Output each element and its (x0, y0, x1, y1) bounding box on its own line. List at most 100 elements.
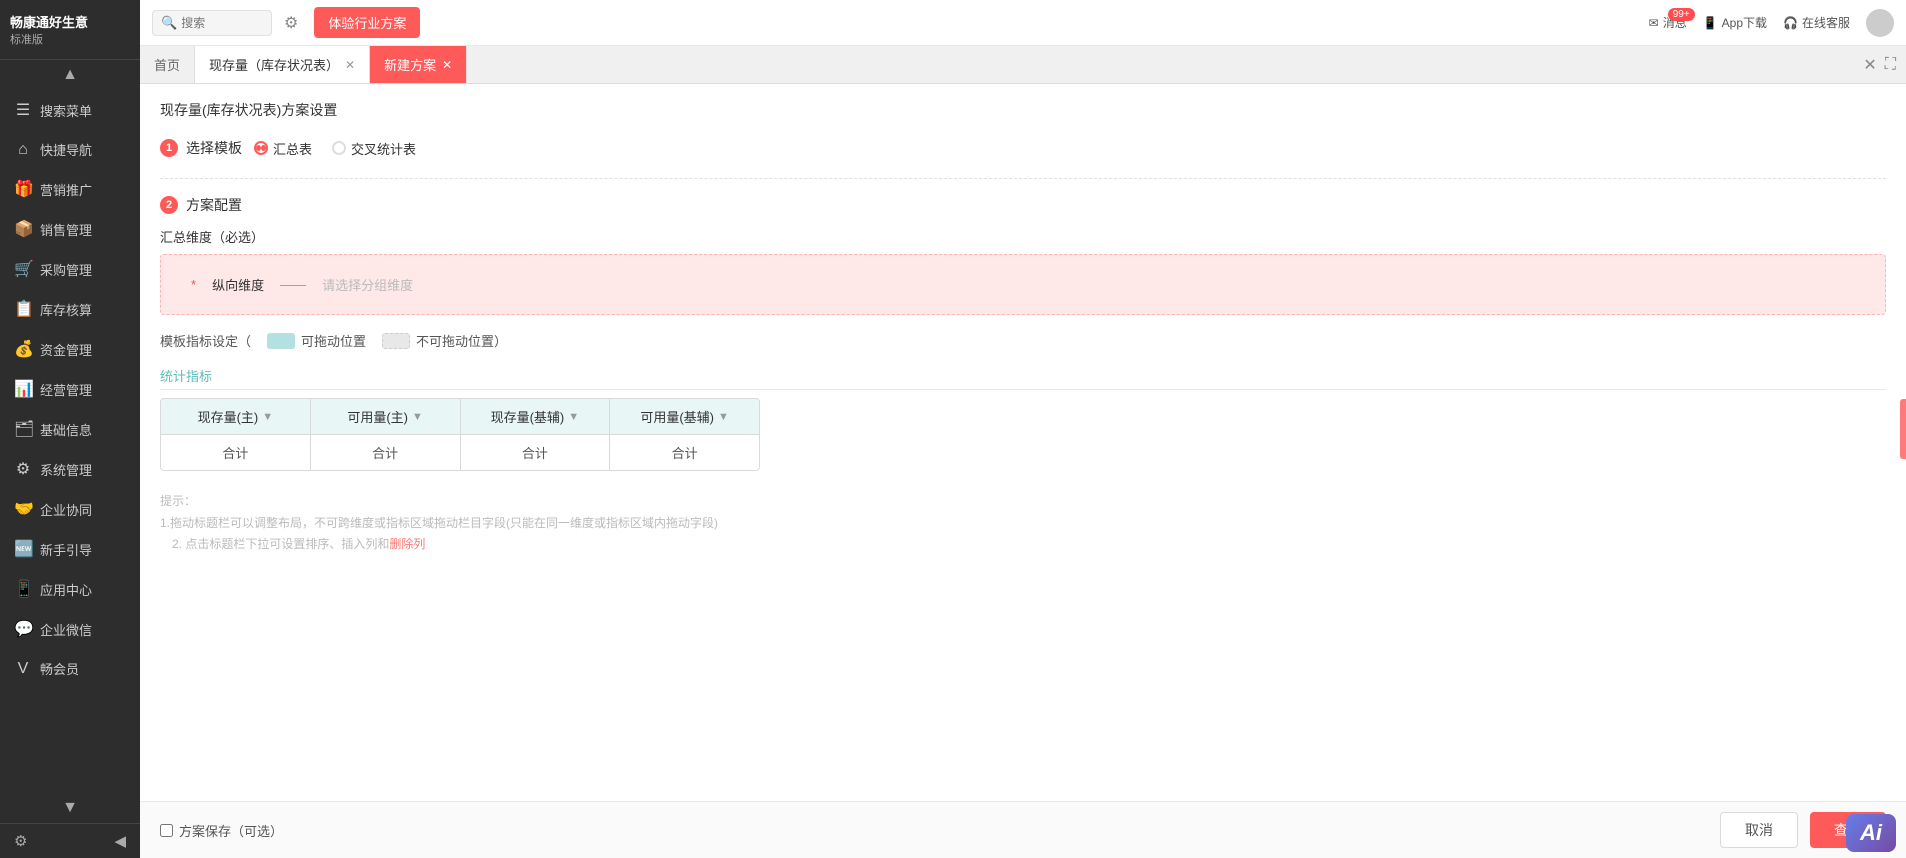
tab-new-scheme-close[interactable]: ✕ (442, 58, 452, 72)
not-draggable-label: 不可拖动位置） (416, 331, 507, 350)
customer-service-btn[interactable]: 🎧 在线客服 (1783, 14, 1850, 31)
sidebar-item-label: 销售管理 (40, 220, 92, 239)
search-input[interactable] (181, 16, 261, 30)
col-available-main-chevron: ▼ (412, 411, 423, 423)
step1-section: 1 选择模板 汇总表 交叉统计表 (160, 138, 1886, 158)
body-cell-3: 合计 (610, 435, 759, 470)
step2-header: 2 方案配置 (160, 195, 1886, 215)
sidebar-item-label: 经营管理 (40, 380, 92, 399)
sidebar-item-sales[interactable]: 📦 销售管理 (0, 209, 140, 249)
stats-section: 统计指标 现存量(主) ▼ 可用量(主) ▼ (160, 366, 1886, 471)
tab-inventory-status[interactable]: 现存量（库存状况表） ✕ (195, 46, 370, 83)
sidebar-item-label: 基础信息 (40, 420, 92, 439)
sidebar-item-cooperation[interactable]: 🤝 企业协同 (0, 489, 140, 529)
sidebar-scroll-down[interactable]: ▼ (0, 793, 140, 823)
col-available-aux-label: 可用量(基辅) (640, 407, 714, 426)
sidebar-item-label: 营销推广 (40, 180, 92, 199)
draggable-indicator: 可拖动位置 (267, 331, 366, 350)
sidebar-item-quick-nav[interactable]: ⌂ 快捷导航 (0, 130, 140, 169)
new-icon: 🆕 (14, 539, 32, 559)
sidebar-item-wechat[interactable]: 💬 企业微信 (0, 609, 140, 649)
sidebar-item-guide[interactable]: 🆕 新手引导 (0, 529, 140, 569)
col-available-main[interactable]: 可用量(主) ▼ (311, 399, 461, 434)
settings-icon[interactable]: ⚙ (14, 832, 27, 850)
close-icon[interactable]: ✕ (1863, 55, 1876, 75)
tip1: 1.拖动标题栏可以调整布局，不可跨维度或指标区域拖动栏目字段(只能在同一维度或指… (160, 513, 1886, 535)
template-radio-group: 汇总表 交叉统计表 (254, 139, 416, 158)
tab-home-label: 首页 (154, 55, 180, 74)
message-badge: 99+ (1668, 8, 1695, 21)
sidebar-item-label: 畅会员 (40, 659, 79, 678)
sidebar-item-vip[interactable]: V 畅会员 (0, 649, 140, 688)
step2-section: 2 方案配置 汇总维度（必选） * 纵向维度 —— 请选择分组维度 模板指标设定… (160, 195, 1886, 556)
sidebar-item-app-center[interactable]: 📱 应用中心 (0, 569, 140, 609)
stats-table-body: 合计 合计 合计 合计 (161, 434, 759, 470)
ai-badge[interactable]: Ai (1846, 814, 1896, 852)
save-scheme: 方案保存（可选） (160, 821, 283, 840)
dim-required: * (191, 277, 196, 292)
collapse-icon[interactable]: ◀ (114, 832, 126, 850)
search-box[interactable]: 🔍 (152, 10, 272, 36)
tabbar: 首页 现存量（库存状况表） ✕ 新建方案 ✕ ✕ ⛶ (140, 46, 1906, 84)
mobile-icon: 📱 (14, 579, 32, 599)
stats-title: 统计指标 (160, 366, 1886, 390)
sidebar-item-purchase[interactable]: 🛒 采购管理 (0, 249, 140, 289)
dimension-label: 汇总维度（必选） (160, 227, 1886, 246)
sidebar-item-label: 库存核算 (40, 300, 92, 319)
sidebar-item-basic-info[interactable]: 🗂 基础信息 (0, 409, 140, 449)
search-menu-icon: ☰ (14, 100, 32, 120)
tab-home[interactable]: 首页 (140, 46, 195, 83)
step2-title: 方案配置 (186, 195, 242, 215)
sidebar-item-finance[interactable]: 💰 资金管理 (0, 329, 140, 369)
home-icon: ⌂ (14, 141, 32, 159)
dimension-row: * 纵向维度 —— 请选择分组维度 (191, 275, 1855, 294)
sidebar-item-label: 搜索菜单 (40, 101, 92, 120)
col-current-aux-chevron: ▼ (568, 411, 579, 423)
sidebar-item-label: 企业协同 (40, 500, 92, 519)
radio-summary-circle (254, 141, 268, 155)
radio-summary[interactable]: 汇总表 (254, 139, 312, 158)
handshake-icon: 🤝 (14, 499, 32, 519)
col-current-aux[interactable]: 现存量(基辅) ▼ (461, 399, 611, 434)
radio-summary-label: 汇总表 (273, 139, 312, 158)
app-download-btn[interactable]: 📱 App下载 (1703, 14, 1767, 31)
dim-placeholder[interactable]: 请选择分组维度 (322, 275, 413, 294)
sidebar-item-marketing[interactable]: 🎁 营销推广 (0, 169, 140, 209)
radio-cross[interactable]: 交叉统计表 (332, 139, 416, 158)
step1-num: 1 (160, 139, 178, 157)
tab-inventory-label: 现存量（库存状况表） (209, 55, 339, 74)
page-content: 现存量(库存状况表)方案设置 1 选择模板 汇总表 (140, 84, 1906, 801)
tab-new-scheme-label: 新建方案 (384, 55, 436, 74)
col-available-aux[interactable]: 可用量(基辅) ▼ (610, 399, 759, 434)
tab-new-scheme[interactable]: 新建方案 ✕ (370, 46, 467, 83)
sidebar-item-system[interactable]: ⚙ 系统管理 (0, 449, 140, 489)
sidebar-item-inventory[interactable]: 📋 库存核算 (0, 289, 140, 329)
trial-btn[interactable]: 体验行业方案 (314, 7, 420, 38)
save-scheme-checkbox[interactable] (160, 824, 173, 837)
user-avatar[interactable] (1866, 9, 1894, 37)
sidebar-item-search-menu[interactable]: ☰ 搜索菜单 (0, 90, 140, 130)
tip2-highlight: 删除列 (389, 537, 425, 551)
radio-cross-circle (332, 141, 346, 155)
sidebar-item-label: 企业微信 (40, 620, 92, 639)
topbar: 🔍 ⚙ 体验行业方案 ✉ 消息 99+ 📱 App下载 🎧 在线客服 (140, 0, 1906, 46)
radio-cross-label: 交叉统计表 (351, 139, 416, 158)
expand-icon[interactable]: ⛶ (1885, 56, 1896, 74)
sidebar-scroll-up[interactable]: ▲ (0, 60, 140, 90)
body-cell-1: 合计 (311, 435, 461, 470)
finance-icon: 💰 (14, 339, 32, 359)
sidebar: 畅康通好生意 标准版 ▲ ☰ 搜索菜单 ⌂ 快捷导航 🎁 营销推广 📦 销售管理… (0, 0, 140, 858)
sidebar-item-operation[interactable]: 📊 经营管理 (0, 369, 140, 409)
step1-header: 1 选择模板 汇总表 交叉统计表 (160, 138, 1886, 158)
cart-icon: 🛒 (14, 259, 32, 279)
tab-inventory-close[interactable]: ✕ (345, 58, 355, 72)
window-controls: ✕ ⛶ (1863, 55, 1906, 75)
message-btn[interactable]: ✉ 消息 99+ (1649, 14, 1687, 31)
gift-icon: 🎁 (14, 179, 32, 199)
col-current-main-label: 现存量(主) (198, 407, 259, 426)
col-current-main[interactable]: 现存量(主) ▼ (161, 399, 311, 434)
inventory-icon: 📋 (14, 299, 32, 319)
wechat-icon: 💬 (14, 619, 32, 639)
topbar-gear-icon[interactable]: ⚙ (280, 9, 302, 37)
cancel-button[interactable]: 取消 (1720, 812, 1798, 848)
